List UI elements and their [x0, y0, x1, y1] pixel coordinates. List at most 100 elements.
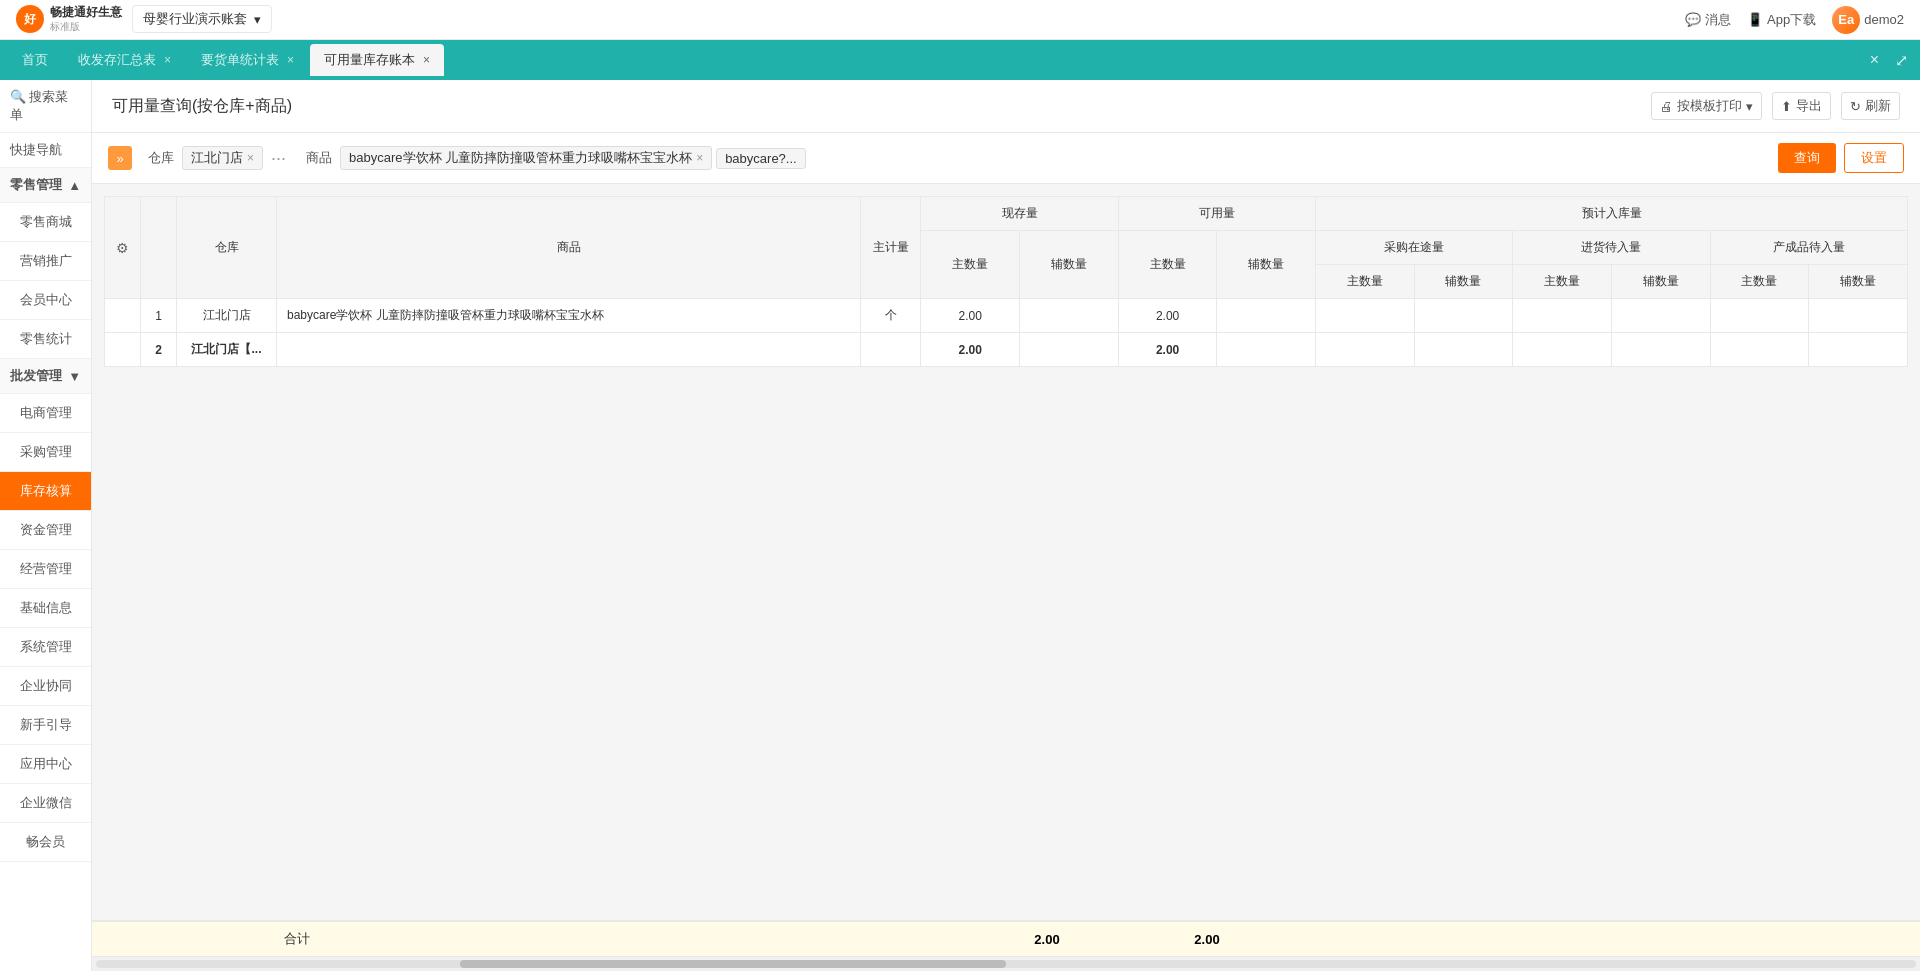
tab-available-stock-close[interactable]: × — [423, 53, 430, 67]
sidebar-quick-nav[interactable]: 快捷导航 — [0, 133, 91, 168]
scroll-bar-area — [92, 957, 1920, 971]
summary-bar: 合计 2.00 2.00 — [92, 920, 1920, 957]
sidebar-item-vip[interactable]: 畅会员 — [0, 823, 91, 862]
th-goods-pending-main: 主数量 — [1513, 265, 1612, 299]
product-filter-label: 商品 — [306, 149, 332, 167]
app-download-btn[interactable]: 📱 App下载 — [1747, 11, 1816, 29]
sidebar-item-system[interactable]: 系统管理 — [0, 628, 91, 667]
th-purchase-transit: 采购在途量 — [1316, 231, 1513, 265]
cell-product-pending-main — [1710, 333, 1809, 367]
message-icon: 💬 — [1685, 12, 1701, 27]
sidebar-enterprise-label: 企业协同 — [20, 677, 72, 695]
warehouse-more-btn[interactable]: ··· — [267, 148, 290, 169]
user-profile[interactable]: Ea demo2 — [1832, 6, 1904, 34]
warehouse-tag[interactable]: 江北门店 × — [182, 146, 263, 170]
sidebar-item-operations[interactable]: 经营管理 — [0, 550, 91, 589]
cell-product: babycare学饮杯 儿童防摔防撞吸管杯重力球吸嘴杯宝宝水杯 — [277, 299, 861, 333]
tab-order-summary-close[interactable]: × — [287, 53, 294, 67]
tab-home-label: 首页 — [22, 51, 48, 69]
scroll-bar-thumb[interactable] — [460, 960, 1006, 968]
tab-receipt-summary-close[interactable]: × — [164, 53, 171, 67]
warehouse-filter-tags: 江北门店 × ··· — [182, 146, 290, 170]
chevron-up-icon: ▲ — [68, 178, 81, 193]
scroll-bar-track — [96, 960, 1916, 968]
page-title: 可用量查询(按仓库+商品) — [112, 96, 292, 117]
sidebar-item-retail-stats[interactable]: 零售统计 — [0, 320, 91, 359]
cell-goods-pending-aux — [1611, 299, 1710, 333]
cell-product-pending-main — [1710, 299, 1809, 333]
th-product-pending-aux: 辅数量 — [1809, 265, 1908, 299]
th-planned-group: 预计入库量 — [1316, 197, 1908, 231]
tab-receipt-summary[interactable]: 收发存汇总表 × — [64, 44, 185, 76]
refresh-btn[interactable]: ↻ 刷新 — [1841, 92, 1900, 120]
cell-no: 2 — [141, 333, 177, 367]
export-btn[interactable]: ⬆ 导出 — [1772, 92, 1831, 120]
column-settings-icon[interactable]: ⚙ — [116, 240, 129, 256]
sidebar-item-wholesale[interactable]: 批发管理 ▼ — [0, 359, 91, 394]
product-tag-1[interactable]: babycare学饮杯 儿童防摔防撞吸管杯重力球吸嘴杯宝宝水杯 × — [340, 146, 712, 170]
filter-expand-btn[interactable]: » — [108, 146, 132, 170]
warehouse-tag-close[interactable]: × — [247, 151, 254, 165]
top-bar-left: 好 畅捷通好生意 标准版 母婴行业演示账套 ▾ — [16, 5, 272, 33]
th-available-main: 主数量 — [1118, 231, 1217, 299]
sidebar-newbie-label: 新手引导 — [20, 716, 72, 734]
sidebar-wholesale-label: 批发管理 — [10, 367, 62, 385]
query-btn[interactable]: 查询 — [1778, 143, 1836, 173]
sidebar-item-enterprise[interactable]: 企业协同 — [0, 667, 91, 706]
app-download-label: App下载 — [1767, 11, 1816, 29]
sidebar-item-inventory[interactable]: 库存核算 — [0, 472, 91, 511]
tab-close-all-btn[interactable]: × — [1866, 47, 1883, 73]
chevron-down-icon: ▼ — [68, 369, 81, 384]
sidebar-item-newbie[interactable]: 新手引导 — [0, 706, 91, 745]
chevron-down-icon: ▾ — [254, 12, 261, 27]
expand-icon: » — [116, 151, 123, 166]
tab-order-summary-label: 要货单统计表 — [201, 51, 279, 69]
sidebar-item-ecommerce[interactable]: 电商管理 — [0, 394, 91, 433]
product-tag-2[interactable]: babycare?... — [716, 148, 806, 169]
sidebar-enterprise-wechat-label: 企业微信 — [20, 794, 72, 812]
th-purchase-transit-aux: 辅数量 — [1414, 265, 1513, 299]
product-tag-1-close[interactable]: × — [696, 151, 703, 165]
tab-available-stock[interactable]: 可用量库存账本 × — [310, 44, 444, 76]
sidebar-ecommerce-label: 电商管理 — [20, 404, 72, 422]
summary-stock-main: 2.00 — [1007, 932, 1087, 947]
th-stock-group: 现存量 — [921, 197, 1118, 231]
product-tag-1-value: babycare学饮杯 儿童防摔防撞吸管杯重力球吸嘴杯宝宝水杯 — [349, 149, 692, 167]
sidebar-item-finance[interactable]: 资金管理 — [0, 511, 91, 550]
message-btn[interactable]: 💬 消息 — [1685, 11, 1731, 29]
sidebar-item-appstore[interactable]: 应用中心 — [0, 745, 91, 784]
sidebar-item-marketing[interactable]: 营销推广 — [0, 242, 91, 281]
sidebar-item-member[interactable]: 会员中心 — [0, 281, 91, 320]
sidebar-item-purchase[interactable]: 采购管理 — [0, 433, 91, 472]
sidebar-finance-label: 资金管理 — [20, 521, 72, 539]
th-no — [141, 197, 177, 299]
th-available-group: 可用量 — [1118, 197, 1315, 231]
template-print-btn[interactable]: 🖨 按模板打印 ▾ — [1651, 92, 1762, 120]
sidebar-quick-nav-label: 快捷导航 — [10, 142, 62, 157]
cell-available-aux — [1217, 299, 1316, 333]
sidebar-item-retail[interactable]: 零售管理 ▲ — [0, 168, 91, 203]
cell-stock-aux — [1020, 299, 1119, 333]
cell-settings — [105, 299, 141, 333]
th-stock-aux: 辅数量 — [1020, 231, 1119, 299]
product-filter-group: 商品 babycare学饮杯 儿童防摔防撞吸管杯重力球吸嘴杯宝宝水杯 × bab… — [306, 146, 806, 170]
logo-text: 畅捷通好生意 — [50, 5, 122, 19]
sidebar-search[interactable]: 🔍 搜索菜单 — [0, 80, 91, 133]
table-body: 1 江北门店 babycare学饮杯 儿童防摔防撞吸管杯重力球吸嘴杯宝宝水杯 个… — [105, 299, 1908, 367]
cell-available-main: 2.00 — [1118, 333, 1217, 367]
sidebar-item-basics[interactable]: 基础信息 — [0, 589, 91, 628]
tab-bar: 首页 收发存汇总表 × 要货单统计表 × 可用量库存账本 × × ⤢ — [0, 40, 1920, 80]
tab-home[interactable]: 首页 — [8, 44, 62, 76]
sidebar-appstore-label: 应用中心 — [20, 755, 72, 773]
industry-selector[interactable]: 母婴行业演示账套 ▾ — [132, 5, 272, 33]
tab-expand-btn[interactable]: ⤢ — [1891, 47, 1912, 74]
sidebar-item-retail-mall[interactable]: 零售商城 — [0, 203, 91, 242]
cell-goods-pending-aux — [1611, 333, 1710, 367]
cell-settings — [105, 333, 141, 367]
tab-order-summary[interactable]: 要货单统计表 × — [187, 44, 308, 76]
top-bar: 好 畅捷通好生意 标准版 母婴行业演示账套 ▾ 💬 消息 📱 App下载 Ea … — [0, 0, 1920, 40]
filter-settings-btn[interactable]: 设置 — [1844, 143, 1904, 173]
cell-unit: 个 — [861, 299, 921, 333]
tab-bar-right: × ⤢ — [1866, 47, 1912, 74]
sidebar-item-enterprise-wechat[interactable]: 企业微信 — [0, 784, 91, 823]
